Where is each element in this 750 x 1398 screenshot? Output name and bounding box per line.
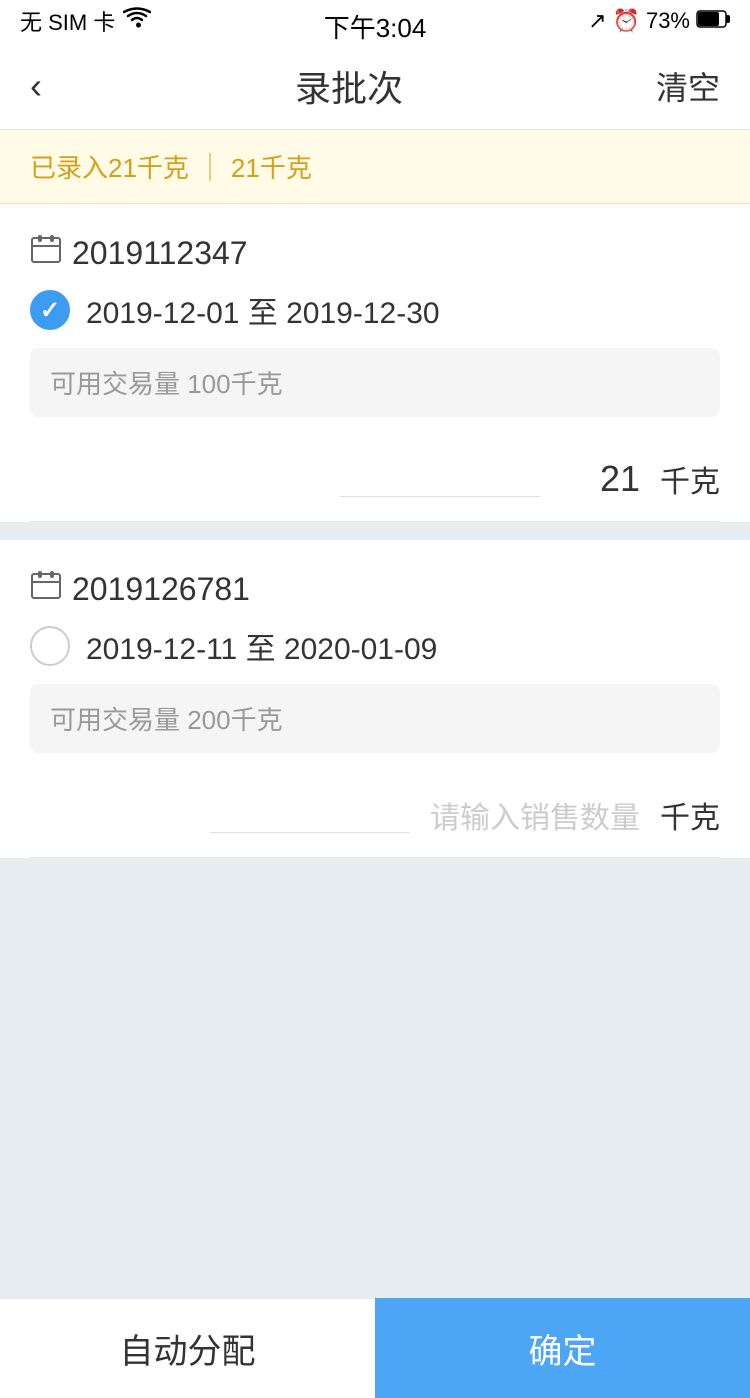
confirm-button[interactable]: 确定 [375, 1298, 750, 1398]
batch-1-icon [30, 234, 62, 272]
batch-2-input-line [210, 832, 410, 833]
batch-2-quantity-row: 请输入销售数量 千克 [30, 773, 720, 858]
status-time: 下午3:04 [324, 8, 427, 45]
sim-label: 无 SIM 卡 [20, 5, 115, 37]
batch-1-date: 2019-12-01 至 2019-12-30 [86, 288, 440, 332]
batch-1-id: 2019112347 [72, 235, 248, 272]
batch-2-quantity-placeholder: 请输入销售数量 [430, 793, 640, 837]
batch-2-icon [30, 570, 62, 608]
nav-bar: ‹ 录批次 清空 [0, 42, 750, 130]
batch-1-quantity[interactable]: 21 [560, 458, 640, 500]
batch-1-header: 2019112347 [30, 234, 720, 272]
info-banner: 已录入21千克 21千克 [0, 130, 750, 204]
batch-2-date-row: 2019-12-11 至 2020-01-09 [30, 624, 720, 668]
page-title: 录批次 [295, 60, 403, 112]
auto-distribute-button[interactable]: 自动分配 [0, 1298, 375, 1398]
battery-icon [696, 8, 730, 34]
batch-1-available: 可用交易量 100千克 [30, 348, 720, 417]
back-button[interactable]: ‹ [30, 65, 42, 107]
batch-1-input-line [340, 496, 540, 497]
card-separator-1 [0, 522, 750, 540]
batch-2-checkbox[interactable] [30, 626, 70, 666]
batch-1-date-row: 2019-12-01 至 2019-12-30 [30, 288, 720, 332]
batch-1-checkbox[interactable] [30, 290, 70, 330]
wifi-icon [123, 7, 151, 35]
batch-card-2: 2019126781 2019-12-11 至 2020-01-09 可用交易量… [0, 540, 750, 858]
batch-2-header: 2019126781 [30, 570, 720, 608]
batch-2-available: 可用交易量 200千克 [30, 684, 720, 753]
battery-label: 73% [646, 8, 690, 34]
batch-1-quantity-row: 21 千克 [30, 437, 720, 522]
status-right: ↗ ⏰ 73% [588, 8, 730, 34]
batch-2-id: 2019126781 [72, 571, 250, 608]
batch-1-unit: 千克 [660, 457, 720, 501]
batch-card-1: 2019112347 2019-12-01 至 2019-12-30 可用交易量… [0, 204, 750, 522]
location-icon: ↗ [588, 8, 606, 34]
clear-button[interactable]: 清空 [656, 63, 720, 109]
recorded-amount-value: 21千克 [231, 148, 312, 185]
banner-divider [209, 153, 211, 181]
status-bar: 无 SIM 卡 下午3:04 ↗ ⏰ 73% [0, 0, 750, 42]
recorded-amount-label: 已录入21千克 [30, 148, 189, 185]
batch-2-unit: 千克 [660, 793, 720, 837]
alarm-icon: ⏰ [613, 8, 640, 34]
main-content: 2019112347 2019-12-01 至 2019-12-30 可用交易量… [0, 204, 750, 1398]
bottom-bar: 自动分配 确定 [0, 1298, 750, 1398]
batch-2-date: 2019-12-11 至 2020-01-09 [86, 624, 437, 668]
status-left: 无 SIM 卡 [20, 5, 151, 37]
empty-area [0, 858, 750, 1298]
